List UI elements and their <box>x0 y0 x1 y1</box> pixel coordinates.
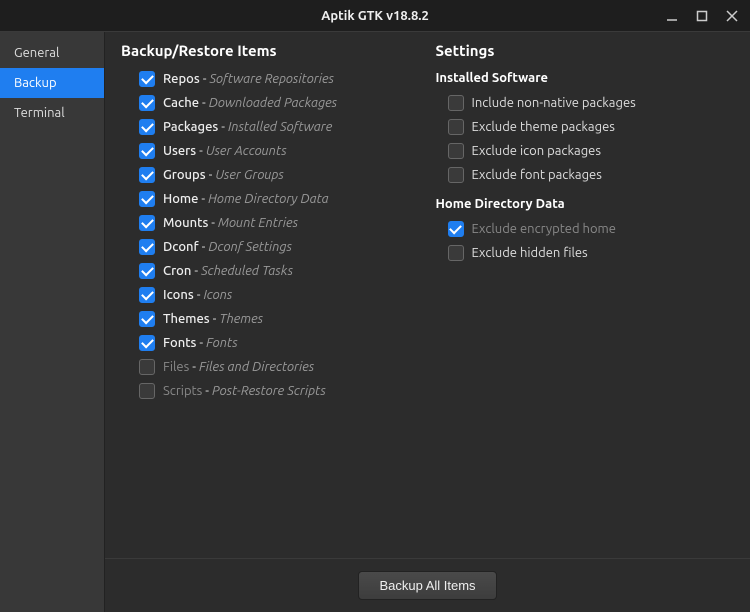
sidebar-item-label: General <box>14 46 59 60</box>
backup-item-label: Files - Files and Directories <box>163 360 314 374</box>
backup-item-checkbox[interactable] <box>139 239 155 255</box>
window-title: Aptik GTK v18.8.2 <box>8 9 742 23</box>
minimize-icon[interactable] <box>664 8 680 24</box>
settings-item-checkbox[interactable] <box>448 143 464 159</box>
backup-item-row: Cache - Downloaded Packages <box>139 95 436 111</box>
backup-item-checkbox[interactable] <box>139 383 155 399</box>
backup-items-column: Backup/Restore Items Repos - Software Re… <box>121 42 436 558</box>
backup-item-row: Cron - Scheduled Tasks <box>139 263 436 279</box>
settings-item-row: Exclude encrypted home <box>448 221 750 237</box>
backup-item-row: Home - Home Directory Data <box>139 191 436 207</box>
backup-item-row: Packages - Installed Software <box>139 119 436 135</box>
content-area: Backup/Restore Items Repos - Software Re… <box>105 32 750 612</box>
backup-item-row: Fonts - Fonts <box>139 335 436 351</box>
backup-item-checkbox[interactable] <box>139 359 155 375</box>
backup-item-label: Repos - Software Repositories <box>163 72 334 86</box>
sidebar-item-label: Terminal <box>14 106 65 120</box>
settings-item-label: Exclude theme packages <box>472 120 615 134</box>
settings-item-label: Exclude encrypted home <box>472 222 616 236</box>
backup-item-label: Groups - User Groups <box>163 168 284 182</box>
backup-item-checkbox[interactable] <box>139 215 155 231</box>
close-icon[interactable] <box>724 8 740 24</box>
backup-item-label: Dconf - Dconf Settings <box>163 240 292 254</box>
sidebar-item-terminal[interactable]: Terminal <box>0 98 104 128</box>
settings-item-checkbox[interactable] <box>448 245 464 261</box>
sidebar-item-backup[interactable]: Backup <box>0 68 104 98</box>
backup-item-label: Mounts - Mount Entries <box>163 216 298 230</box>
backup-item-label: Cron - Scheduled Tasks <box>163 264 293 278</box>
backup-items-title: Backup/Restore Items <box>121 42 436 59</box>
settings-item-checkbox[interactable] <box>448 95 464 111</box>
backup-item-row: Files - Files and Directories <box>139 359 436 375</box>
backup-item-checkbox[interactable] <box>139 167 155 183</box>
backup-item-checkbox[interactable] <box>139 71 155 87</box>
settings-item-label: Exclude font packages <box>472 168 602 182</box>
window-controls <box>664 8 740 24</box>
titlebar: Aptik GTK v18.8.2 <box>0 0 750 32</box>
settings-item-row: Exclude font packages <box>448 167 750 183</box>
settings-item-row: Exclude theme packages <box>448 119 750 135</box>
backup-item-label: Scripts - Post-Restore Scripts <box>163 384 326 398</box>
backup-item-checkbox[interactable] <box>139 287 155 303</box>
sidebar-item-label: Backup <box>14 76 57 90</box>
backup-item-checkbox[interactable] <box>139 143 155 159</box>
backup-item-row: Groups - User Groups <box>139 167 436 183</box>
settings-title: Settings <box>436 42 750 59</box>
backup-item-row: Mounts - Mount Entries <box>139 215 436 231</box>
backup-item-label: Themes - Themes <box>163 312 263 326</box>
backup-item-checkbox[interactable] <box>139 191 155 207</box>
backup-item-row: Dconf - Dconf Settings <box>139 239 436 255</box>
backup-item-row: Repos - Software Repositories <box>139 71 436 87</box>
sidebar: General Backup Terminal <box>0 32 105 612</box>
backup-item-row: Icons - Icons <box>139 287 436 303</box>
settings-item-row: Exclude hidden files <box>448 245 750 261</box>
backup-item-label: Home - Home Directory Data <box>163 192 329 206</box>
maximize-icon[interactable] <box>694 8 710 24</box>
backup-item-row: Themes - Themes <box>139 311 436 327</box>
settings-column: Settings Installed Software Include non-… <box>436 42 750 558</box>
backup-item-label: Icons - Icons <box>163 288 232 302</box>
backup-item-label: Packages - Installed Software <box>163 120 332 134</box>
settings-item-label: Exclude hidden files <box>472 246 588 260</box>
backup-item-label: Users - User Accounts <box>163 144 287 158</box>
home-directory-title: Home Directory Data <box>436 197 750 211</box>
footer: Backup All Items <box>105 558 750 612</box>
backup-item-checkbox[interactable] <box>139 335 155 351</box>
backup-item-checkbox[interactable] <box>139 311 155 327</box>
backup-item-checkbox[interactable] <box>139 95 155 111</box>
installed-software-title: Installed Software <box>436 71 750 85</box>
sidebar-item-general[interactable]: General <box>0 38 104 68</box>
backup-all-button[interactable]: Backup All Items <box>358 571 496 600</box>
settings-item-checkbox[interactable] <box>448 119 464 135</box>
settings-item-row: Include non-native packages <box>448 95 750 111</box>
settings-item-checkbox[interactable] <box>448 167 464 183</box>
backup-item-row: Users - User Accounts <box>139 143 436 159</box>
backup-item-checkbox[interactable] <box>139 119 155 135</box>
settings-item-label: Include non-native packages <box>472 96 636 110</box>
backup-item-label: Fonts - Fonts <box>163 336 238 350</box>
settings-item-row: Exclude icon packages <box>448 143 750 159</box>
settings-item-label: Exclude icon packages <box>472 144 602 158</box>
backup-item-label: Cache - Downloaded Packages <box>163 96 337 110</box>
settings-item-checkbox <box>448 221 464 237</box>
backup-item-row: Scripts - Post-Restore Scripts <box>139 383 436 399</box>
backup-item-checkbox[interactable] <box>139 263 155 279</box>
